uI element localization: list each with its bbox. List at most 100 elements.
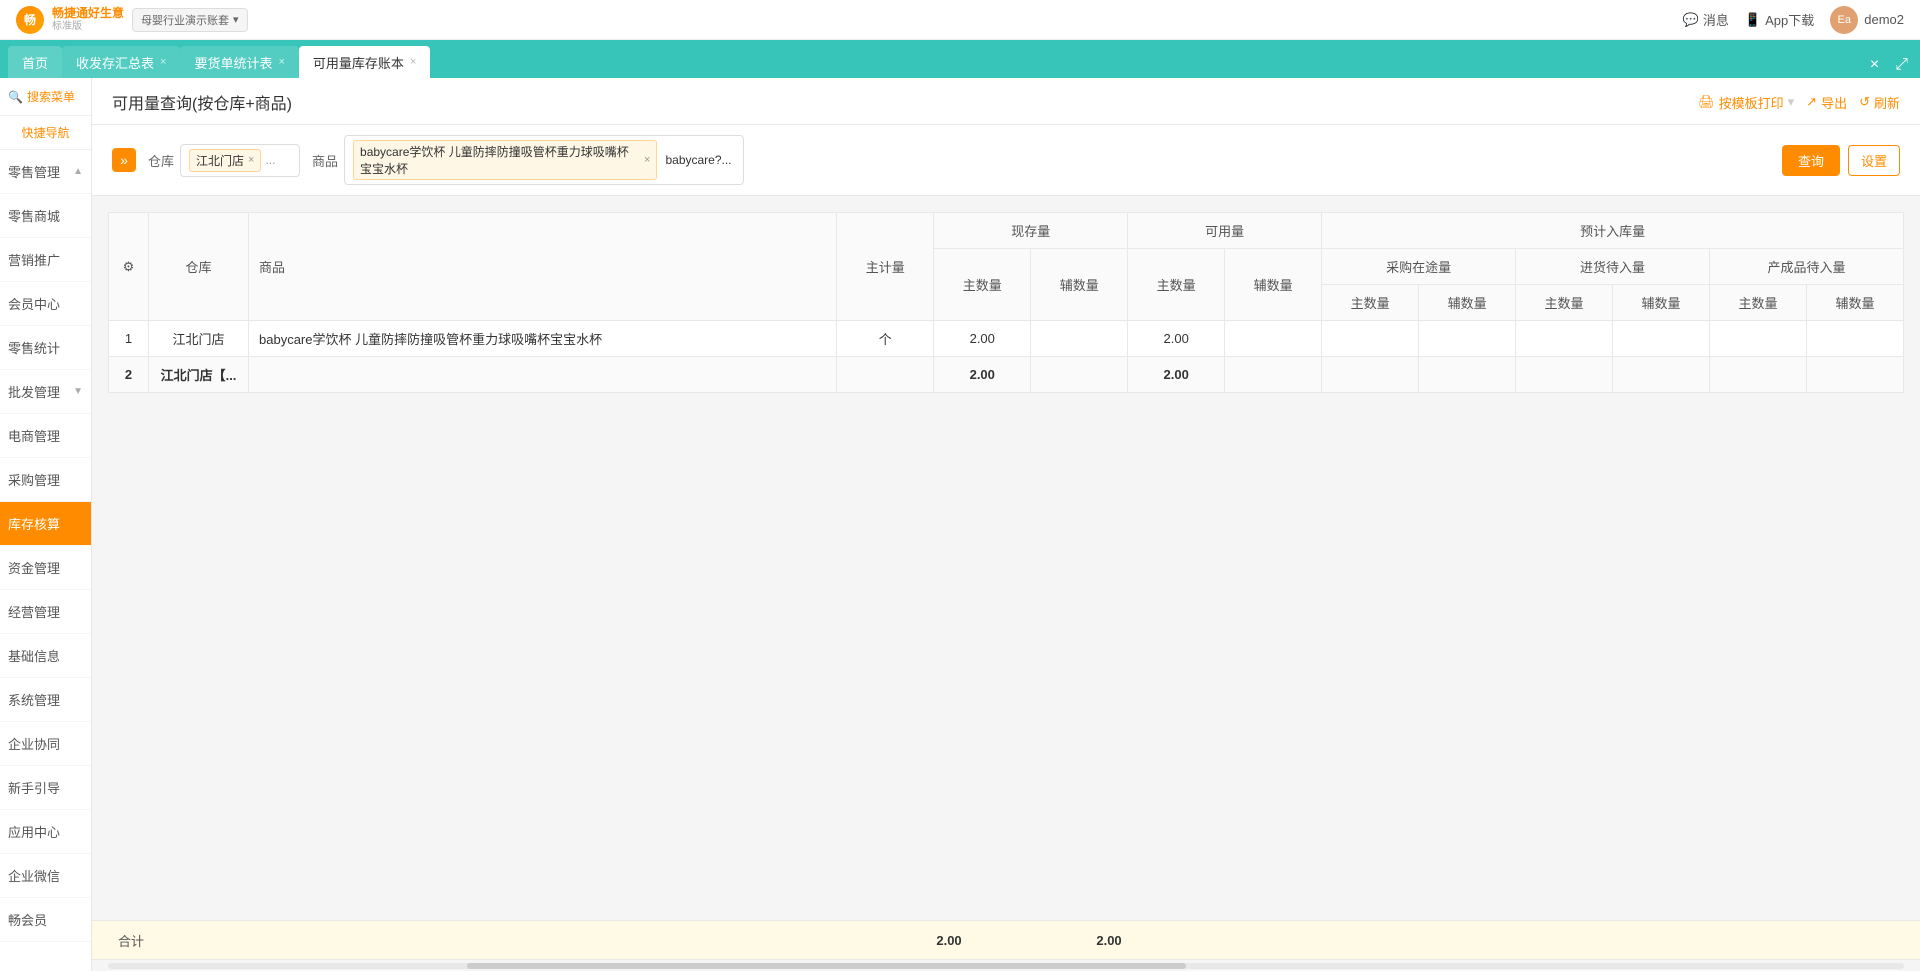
company-selector[interactable]: 母婴行业演示账套 ▾ xyxy=(132,8,248,32)
sidebar-item-purchase[interactable]: 采购管理 xyxy=(0,458,91,502)
sidebar-item-app-center[interactable]: 应用中心 xyxy=(0,810,91,854)
tab-home-label: 首页 xyxy=(22,53,48,72)
app-download-button[interactable]: 📱 App下载 xyxy=(1745,10,1814,29)
message-button[interactable]: 💬 消息 xyxy=(1683,10,1729,29)
scrollbar-area xyxy=(92,959,1920,971)
row2-pt-aux xyxy=(1419,357,1516,393)
company-name: 母婴行业演示账套 xyxy=(141,12,229,28)
warehouse-tag-remove[interactable]: × xyxy=(248,154,254,166)
refresh-icon: ↺ xyxy=(1859,94,1870,110)
row1-stock-main: 2.00 xyxy=(934,321,1031,357)
sidebar-item-system[interactable]: 系统管理 xyxy=(0,678,91,722)
product-tag-extra: babycare?... xyxy=(665,153,731,167)
sidebar-quick-nav[interactable]: 快捷导航 xyxy=(0,116,91,150)
sidebar-label-enterprise: 企业协同 xyxy=(8,734,60,753)
row1-pi-main xyxy=(1516,321,1613,357)
sidebar-label-guide: 新手引导 xyxy=(8,778,60,797)
avatar: Ea xyxy=(1830,6,1858,34)
sidebar-item-retail-mgmt[interactable]: 零售管理 ▲ xyxy=(0,150,91,194)
sidebar-item-vip[interactable]: 畅会员 xyxy=(0,898,91,942)
sidebar-item-inventory-check[interactable]: 库存核算 xyxy=(0,502,91,546)
sidebar-item-member[interactable]: 会员中心 xyxy=(0,282,91,326)
refresh-label: 刷新 xyxy=(1874,93,1900,112)
sidebar-search-label: 搜索菜单 xyxy=(27,88,75,105)
row1-unit: 个 xyxy=(837,321,934,357)
query-button[interactable]: 查询 xyxy=(1782,145,1840,176)
sidebar-item-ecommerce[interactable]: 电商管理 xyxy=(0,414,91,458)
row2-pt-main xyxy=(1322,357,1419,393)
page-title: 可用量查询(按仓库+商品) xyxy=(112,90,292,114)
product-tag-remove[interactable]: × xyxy=(644,154,650,166)
refresh-button[interactable]: ↺ 刷新 xyxy=(1859,93,1900,112)
sidebar-item-retail-stats[interactable]: 零售统计 xyxy=(0,326,91,370)
expand-button[interactable]: ⤢ xyxy=(1891,52,1912,78)
sidebar-item-guide[interactable]: 新手引导 xyxy=(0,766,91,810)
row1-index: 1 xyxy=(109,321,149,357)
quick-nav-label: 快捷导航 xyxy=(21,126,69,140)
footer-stock-main: 2.00 xyxy=(909,933,989,948)
tab-receivable[interactable]: 收发存汇总表 × xyxy=(62,46,180,78)
filter-expand-button[interactable]: » xyxy=(112,148,136,172)
app-label: App下载 xyxy=(1765,10,1814,29)
export-button[interactable]: ↗ 导出 xyxy=(1806,93,1847,112)
sidebar-item-operations[interactable]: 经营管理 xyxy=(0,590,91,634)
search-icon: 🔍 xyxy=(8,90,23,104)
th-main-unit: 主计量 xyxy=(837,213,934,321)
message-icon: 💬 xyxy=(1683,12,1699,28)
row1-stock-aux xyxy=(1031,321,1128,357)
settings-icon[interactable]: ⚙ xyxy=(123,259,135,274)
warehouse-more[interactable]: ... xyxy=(265,153,275,167)
warehouse-filter-label: 仓库 xyxy=(148,151,174,170)
brand-name: 畅捷通好生意 xyxy=(52,6,124,20)
warehouse-filter-input[interactable]: 江北门店 × ... xyxy=(180,144,300,177)
filter-group-product: 商品 babycare学饮杯 儿童防摔防撞吸管杯重力球吸嘴杯宝宝水杯 × bab… xyxy=(312,135,744,185)
sidebar-item-basic-info[interactable]: 基础信息 xyxy=(0,634,91,678)
footer-row: 合计 2.00 2.00 xyxy=(108,921,1904,959)
sidebar: 🔍 搜索菜单 快捷导航 零售管理 ▲ 零售商城 营销推广 会员中心 零售统计 批… xyxy=(0,78,92,971)
sidebar-label-purchase: 采购管理 xyxy=(8,470,60,489)
sidebar-label-inventory-check: 库存核算 xyxy=(8,514,60,533)
row2-pro-aux xyxy=(1806,357,1903,393)
row1-avail-aux xyxy=(1225,321,1322,357)
print-icon: 🖨 xyxy=(1698,94,1715,110)
tab-inventory[interactable]: 可用量库存账本 × xyxy=(299,46,430,78)
row2-stock-main: 2.00 xyxy=(934,357,1031,393)
th-pt-main: 主数量 xyxy=(1322,285,1419,321)
sidebar-search[interactable]: 🔍 搜索菜单 xyxy=(0,78,91,116)
tab-home[interactable]: 首页 xyxy=(8,46,62,78)
scrollbar-thumb[interactable] xyxy=(467,963,1185,969)
tab-receivable-close[interactable]: × xyxy=(160,56,166,68)
user-button[interactable]: Ea demo2 xyxy=(1830,6,1904,34)
sidebar-item-wechat[interactable]: 企业微信 xyxy=(0,854,91,898)
table-row: 1 江北门店 babycare学饮杯 儿童防摔防撞吸管杯重力球吸嘴杯宝宝水杯 个… xyxy=(109,321,1904,357)
tab-order-close[interactable]: × xyxy=(278,56,284,68)
sidebar-label-operations: 经营管理 xyxy=(8,602,60,621)
th-pi-aux: 辅数量 xyxy=(1613,285,1710,321)
product-filter-input[interactable]: babycare学饮杯 儿童防摔防撞吸管杯重力球吸嘴杯宝宝水杯 × babyca… xyxy=(344,135,744,185)
th-available: 可用量 xyxy=(1128,213,1322,249)
close-all-button[interactable]: × xyxy=(1866,52,1883,78)
row2-unit xyxy=(837,357,934,393)
sidebar-item-enterprise[interactable]: 企业协同 xyxy=(0,722,91,766)
table-footer: 合计 2.00 2.00 xyxy=(92,920,1920,959)
template-print-button[interactable]: 🖨 按模板打印 ▾ xyxy=(1698,93,1794,112)
export-icon: ↗ xyxy=(1806,94,1817,110)
page-actions: 🖨 按模板打印 ▾ ↗ 导出 ↺ 刷新 xyxy=(1698,93,1900,112)
sidebar-item-marketing[interactable]: 营销推广 xyxy=(0,238,91,282)
th-product: 商品 xyxy=(249,213,837,321)
row2-index: 2 xyxy=(109,357,149,393)
row2-pro-main xyxy=(1710,357,1807,393)
sidebar-arrow-wholesale-mgmt: ▼ xyxy=(73,386,83,397)
scrollbar-track[interactable] xyxy=(108,963,1904,969)
sidebar-label-finance: 资金管理 xyxy=(8,558,60,577)
tab-inventory-close[interactable]: × xyxy=(410,56,416,68)
setting-button[interactable]: 设置 xyxy=(1848,145,1900,176)
sidebar-item-retail-shop[interactable]: 零售商城 xyxy=(0,194,91,238)
message-label: 消息 xyxy=(1703,10,1729,29)
export-label: 导出 xyxy=(1821,93,1847,112)
sidebar-label-ecommerce: 电商管理 xyxy=(8,426,60,445)
tab-order[interactable]: 要货单统计表 × xyxy=(180,46,298,78)
sidebar-item-finance[interactable]: 资金管理 xyxy=(0,546,91,590)
sidebar-item-wholesale-mgmt[interactable]: 批发管理 ▼ xyxy=(0,370,91,414)
th-purchase-in: 进货待入量 xyxy=(1516,249,1710,285)
